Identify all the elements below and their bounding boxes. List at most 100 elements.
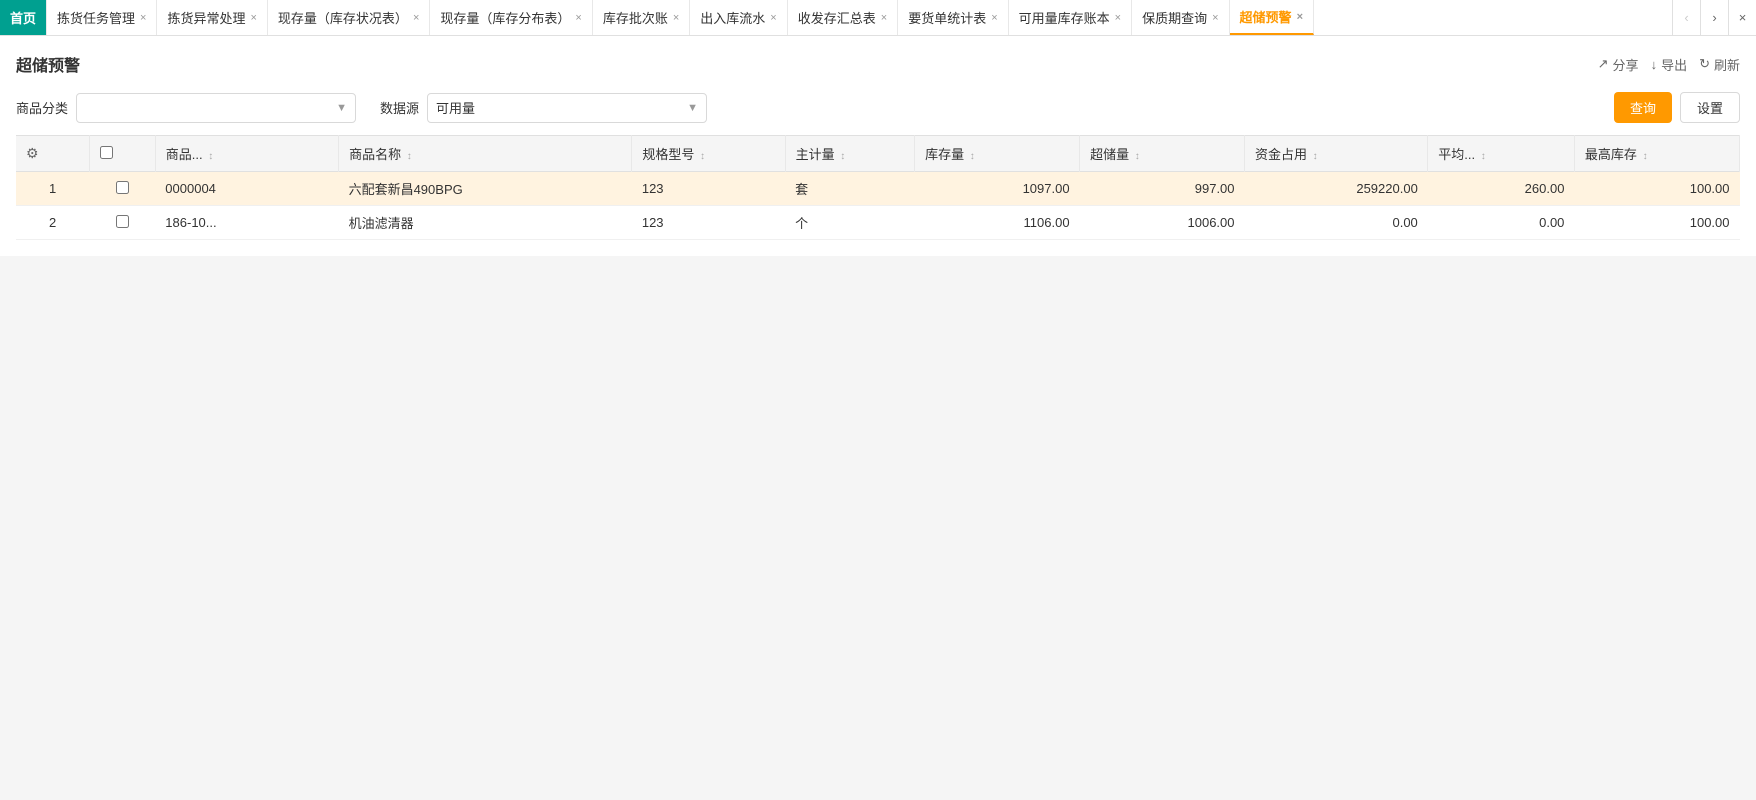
- query-button[interactable]: 查询: [1614, 92, 1672, 123]
- nav-arrow-right[interactable]: ›: [1700, 0, 1728, 36]
- th-checkbox[interactable]: [89, 136, 155, 172]
- row-spec-0: 123: [632, 172, 785, 206]
- export-icon: ↓: [1651, 57, 1658, 72]
- category-arrow-icon: ▼: [336, 102, 347, 114]
- row-select-1[interactable]: [116, 215, 129, 228]
- nav-tab-10[interactable]: 超储预警×: [1230, 0, 1314, 35]
- nav-home[interactable]: 首页: [0, 0, 47, 35]
- row-stock-1: 1106.00: [915, 206, 1080, 240]
- refresh-icon: ↻: [1699, 56, 1710, 72]
- tab-close-icon-3[interactable]: ×: [575, 12, 581, 24]
- nav-tab-3[interactable]: 现存量（库存分布表）×: [430, 0, 592, 35]
- th-stock[interactable]: 库存量 ↕: [915, 136, 1080, 172]
- row-stock-0: 1097.00: [915, 172, 1080, 206]
- sort-unit-icon: ↕: [840, 151, 845, 162]
- th-spec[interactable]: 规格型号 ↕: [632, 136, 785, 172]
- page-title: 超储预警: [16, 52, 80, 76]
- th-product-name[interactable]: 商品名称 ↕: [339, 136, 632, 172]
- page-header: 超储预警 ↗ 分享 ↓ 导出 ↻ 刷新: [16, 52, 1740, 76]
- tab-close-icon-10[interactable]: ×: [1297, 11, 1303, 23]
- tab-close-icon-0[interactable]: ×: [140, 12, 146, 24]
- tab-close-icon-2[interactable]: ×: [413, 12, 419, 24]
- row-unit-0: 套: [785, 172, 914, 206]
- tab-close-icon-1[interactable]: ×: [250, 12, 256, 24]
- sort-stock-icon: ↕: [970, 151, 975, 162]
- gear-icon[interactable]: ⚙: [26, 145, 39, 161]
- row-max-stock-1: 100.00: [1574, 206, 1739, 240]
- th-overflow[interactable]: 超储量 ↕: [1080, 136, 1245, 172]
- category-select[interactable]: ▼: [76, 93, 356, 123]
- refresh-button[interactable]: ↻ 刷新: [1699, 55, 1740, 74]
- select-all-checkbox[interactable]: [100, 146, 113, 159]
- table-row: 1 0000004 六配套新昌490BPG 123 套 1097.00 997.…: [16, 172, 1740, 206]
- category-label: 商品分类: [16, 98, 68, 117]
- row-capital-1: 0.00: [1245, 206, 1428, 240]
- data-table: ⚙ 商品... ↕ 商品名称 ↕ 规格型号 ↕ 主计量: [16, 135, 1740, 240]
- datasource-select[interactable]: 可用量 ▼: [427, 93, 707, 123]
- row-overflow-1: 1006.00: [1080, 206, 1245, 240]
- filter-bar: 商品分类 ▼ 数据源 可用量 ▼ 查询 设置: [16, 92, 1740, 123]
- nav-tab-8[interactable]: 可用量库存账本×: [1009, 0, 1132, 35]
- nav-tab-4[interactable]: 库存批次账×: [593, 0, 690, 35]
- nav-tab-7[interactable]: 要货单统计表×: [898, 0, 1008, 35]
- datasource-label: 数据源: [380, 98, 419, 117]
- header-actions: ↗ 分享 ↓ 导出 ↻ 刷新: [1598, 55, 1740, 74]
- nav-arrow-close[interactable]: ×: [1728, 0, 1756, 36]
- row-checkbox-0[interactable]: [89, 172, 155, 206]
- sort-product-name-icon: ↕: [407, 151, 412, 162]
- nav-tab-2[interactable]: 现存量（库存状况表）×: [268, 0, 430, 35]
- share-icon: ↗: [1598, 56, 1609, 72]
- sort-spec-icon: ↕: [700, 151, 705, 162]
- row-checkbox-1[interactable]: [89, 206, 155, 240]
- filter-actions: 查询 设置: [1614, 92, 1740, 123]
- row-product-name-1: 机油滤清器: [339, 206, 632, 240]
- tab-close-icon-9[interactable]: ×: [1212, 12, 1218, 24]
- setting-button[interactable]: 设置: [1680, 92, 1740, 123]
- table-header-row: ⚙ 商品... ↕ 商品名称 ↕ 规格型号 ↕ 主计量: [16, 136, 1740, 172]
- row-product-name-0: 六配套新昌490BPG: [339, 172, 632, 206]
- th-max-stock[interactable]: 最高库存 ↕: [1574, 136, 1739, 172]
- th-unit[interactable]: 主计量 ↕: [785, 136, 914, 172]
- tab-close-icon-8[interactable]: ×: [1115, 12, 1121, 24]
- category-filter: 商品分类 ▼: [16, 93, 356, 123]
- datasource-value: 可用量: [436, 98, 475, 117]
- row-capital-0: 259220.00: [1245, 172, 1428, 206]
- row-seq-0: 1: [16, 172, 89, 206]
- nav-tab-6[interactable]: 收发存汇总表×: [788, 0, 898, 35]
- tab-close-icon-6[interactable]: ×: [881, 12, 887, 24]
- row-avg-1: 0.00: [1428, 206, 1575, 240]
- nav-tab-5[interactable]: 出入库流水×: [690, 0, 787, 35]
- th-gear[interactable]: ⚙: [16, 136, 89, 172]
- row-spec-1: 123: [632, 206, 785, 240]
- table-row: 2 186-10... 机油滤清器 123 个 1106.00 1006.00 …: [16, 206, 1740, 240]
- row-product-id-1: 186-10...: [155, 206, 338, 240]
- sort-avg-icon: ↕: [1481, 151, 1486, 162]
- export-button[interactable]: ↓ 导出: [1651, 55, 1688, 74]
- tab-close-icon-5[interactable]: ×: [770, 12, 776, 24]
- th-avg[interactable]: 平均... ↕: [1428, 136, 1575, 172]
- sort-capital-icon: ↕: [1313, 151, 1318, 162]
- row-seq-1: 2: [16, 206, 89, 240]
- row-avg-0: 260.00: [1428, 172, 1575, 206]
- row-overflow-0: 997.00: [1080, 172, 1245, 206]
- sort-overflow-icon: ↕: [1135, 151, 1140, 162]
- datasource-filter: 数据源 可用量 ▼: [380, 93, 707, 123]
- nav-tab-0[interactable]: 拣货任务管理×: [47, 0, 157, 35]
- nav-arrow-left[interactable]: ‹: [1672, 0, 1700, 36]
- row-max-stock-0: 100.00: [1574, 172, 1739, 206]
- tab-close-icon-7[interactable]: ×: [991, 12, 997, 24]
- row-product-id-0: 0000004: [155, 172, 338, 206]
- nav-bar: 首页 拣货任务管理×拣货异常处理×现存量（库存状况表）×现存量（库存分布表）×库…: [0, 0, 1756, 36]
- share-button[interactable]: ↗ 分享: [1598, 55, 1639, 74]
- datasource-arrow-icon: ▼: [687, 102, 698, 114]
- nav-tab-9[interactable]: 保质期查询×: [1132, 0, 1229, 35]
- row-unit-1: 个: [785, 206, 914, 240]
- nav-tab-1[interactable]: 拣货异常处理×: [157, 0, 267, 35]
- th-product-id[interactable]: 商品... ↕: [155, 136, 338, 172]
- th-capital[interactable]: 资金占用 ↕: [1245, 136, 1428, 172]
- tab-close-icon-4[interactable]: ×: [673, 12, 679, 24]
- nav-arrows: ‹ › ×: [1672, 0, 1756, 36]
- row-select-0[interactable]: [116, 181, 129, 194]
- page-content: 超储预警 ↗ 分享 ↓ 导出 ↻ 刷新 商品分类 ▼ 数据源: [0, 36, 1756, 256]
- sort-max-stock-icon: ↕: [1643, 151, 1648, 162]
